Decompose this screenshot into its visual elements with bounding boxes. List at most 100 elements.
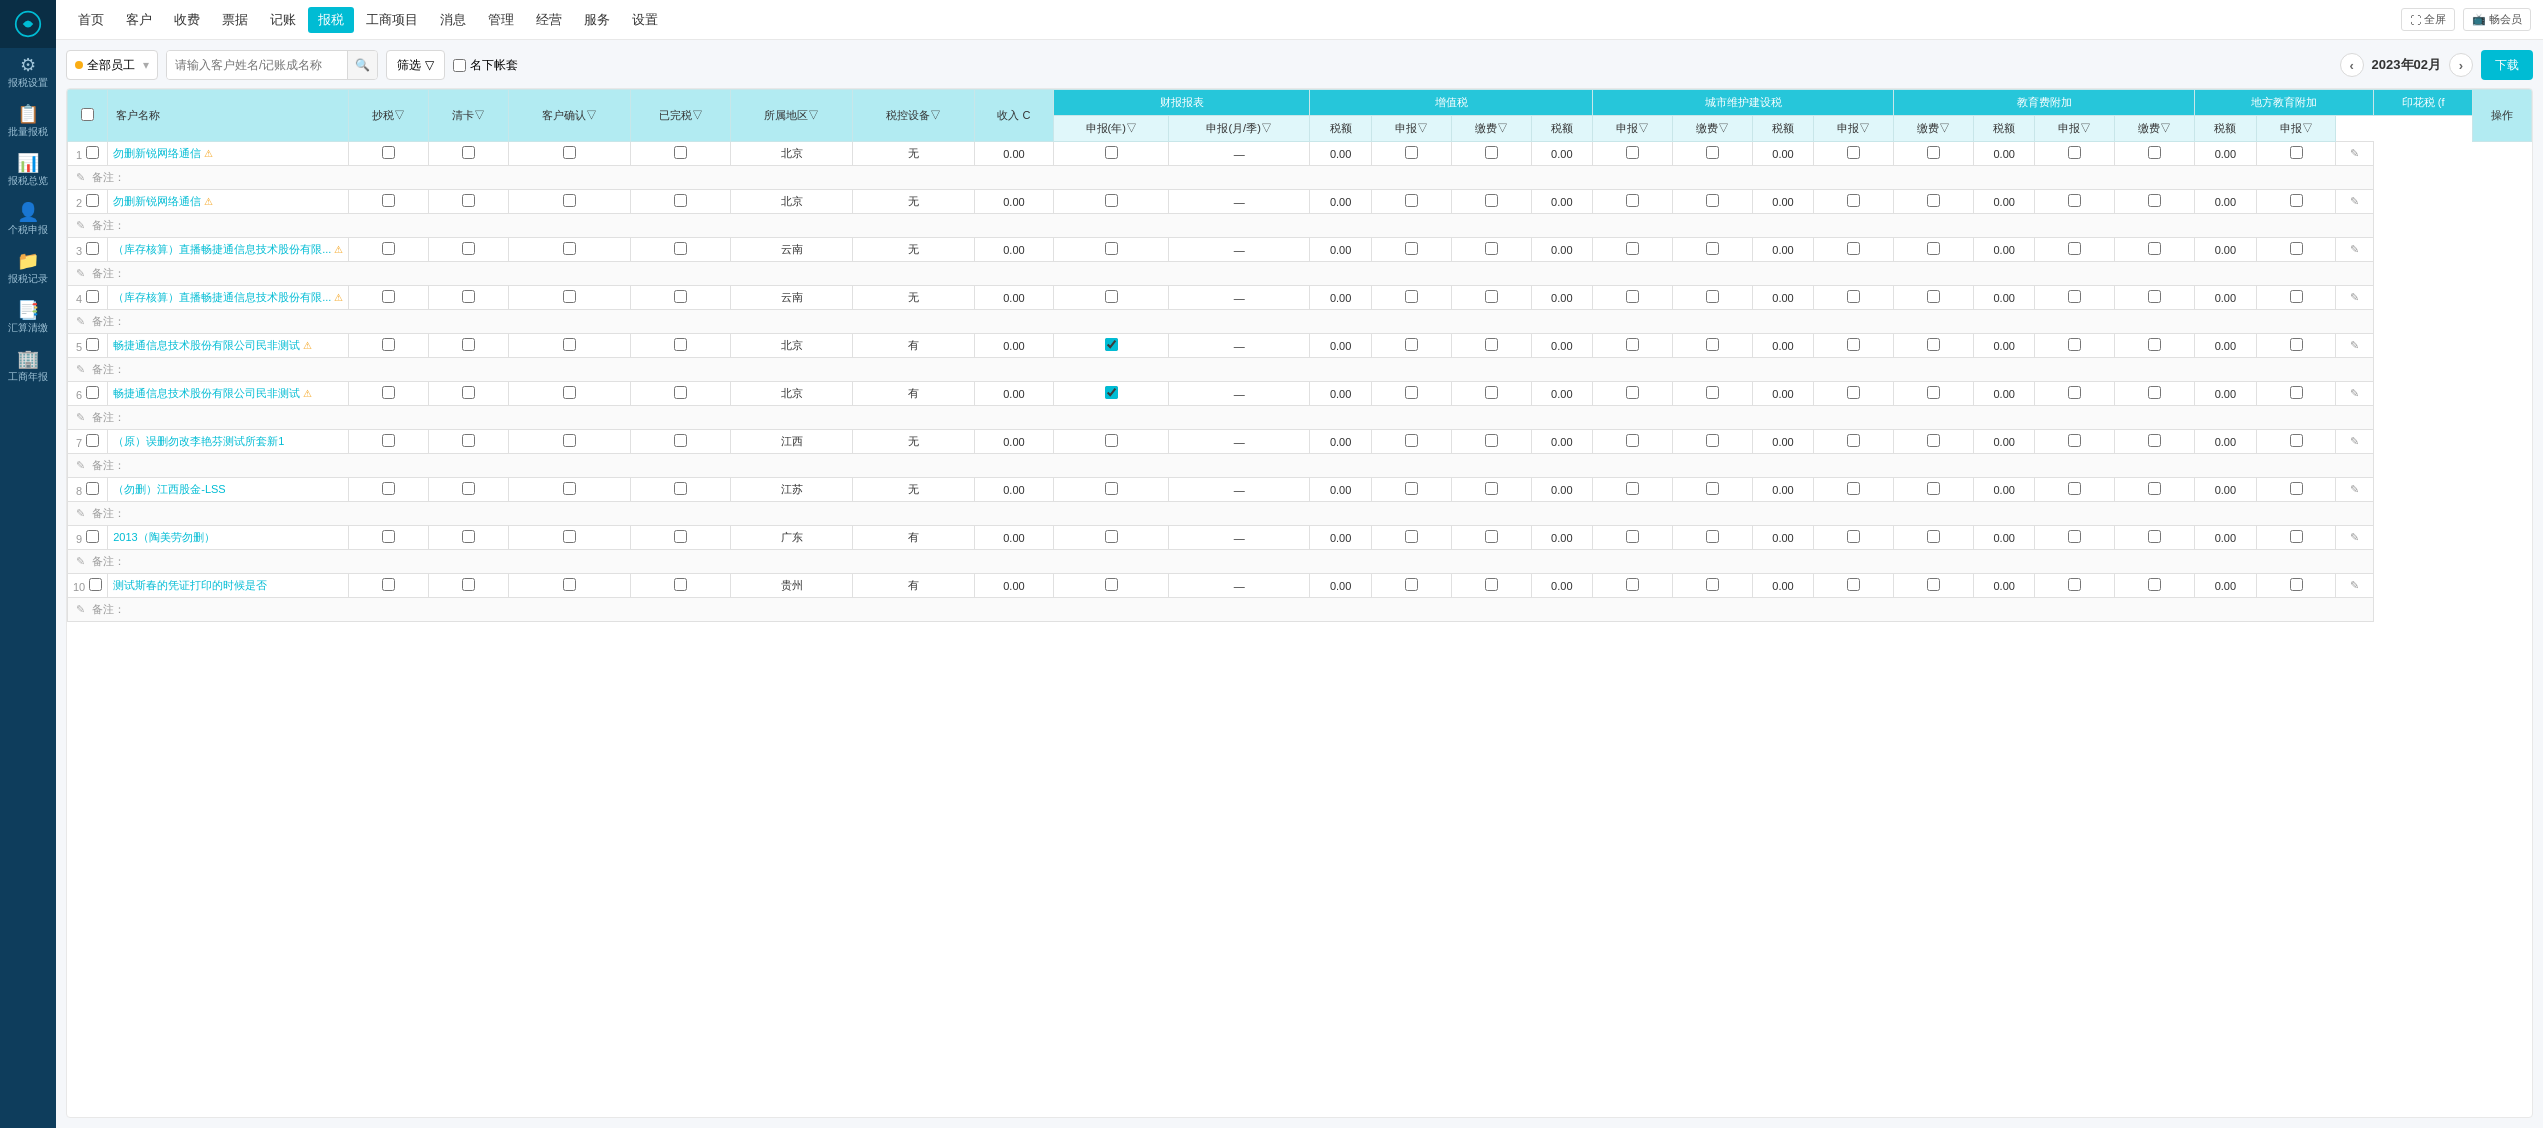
row-checkbox[interactable] (86, 146, 99, 159)
status-checkbox[interactable] (2148, 578, 2161, 591)
status-checkbox[interactable] (1847, 578, 1860, 591)
status-checkbox[interactable] (1405, 434, 1418, 447)
edit-icon[interactable]: ✎ (2350, 531, 2359, 543)
status-checkbox[interactable] (1485, 386, 1498, 399)
status-checkbox[interactable] (462, 386, 475, 399)
row-checkbox[interactable] (86, 194, 99, 207)
sidebar-item-piliang[interactable]: 📋 批量报税 (0, 97, 56, 146)
status-checkbox[interactable] (1626, 290, 1639, 303)
status-checkbox[interactable] (1626, 530, 1639, 543)
status-checkbox[interactable] (382, 434, 395, 447)
status-checkbox[interactable] (2068, 290, 2081, 303)
status-checkbox[interactable] (674, 290, 687, 303)
status-checkbox[interactable] (2068, 530, 2081, 543)
status-checkbox[interactable] (1405, 338, 1418, 351)
note-pencil-icon[interactable]: ✎ (76, 411, 85, 423)
status-checkbox[interactable] (674, 386, 687, 399)
status-checkbox[interactable] (1847, 338, 1860, 351)
row-checkbox[interactable] (86, 338, 99, 351)
status-checkbox[interactable] (563, 242, 576, 255)
search-button[interactable]: 🔍 (347, 50, 377, 80)
status-checkbox[interactable] (2290, 338, 2303, 351)
status-checkbox[interactable] (2148, 146, 2161, 159)
status-checkbox[interactable] (563, 194, 576, 207)
status-checkbox[interactable] (1706, 578, 1719, 591)
nav-message[interactable]: 消息 (430, 7, 476, 33)
status-checkbox[interactable] (563, 530, 576, 543)
nav-home[interactable]: 首页 (68, 7, 114, 33)
status-checkbox[interactable] (563, 578, 576, 591)
nav-service[interactable]: 服务 (574, 7, 620, 33)
status-checkbox[interactable] (382, 482, 395, 495)
edit-icon[interactable]: ✎ (2350, 435, 2359, 447)
sidebar-item-geshui[interactable]: 👤 个税申报 (0, 195, 56, 244)
status-checkbox[interactable] (462, 434, 475, 447)
status-checkbox[interactable] (2068, 482, 2081, 495)
status-checkbox[interactable] (1105, 434, 1118, 447)
row-checkbox[interactable] (86, 242, 99, 255)
status-checkbox[interactable] (563, 434, 576, 447)
status-checkbox[interactable] (1405, 290, 1418, 303)
status-checkbox[interactable] (462, 290, 475, 303)
status-checkbox[interactable] (2290, 290, 2303, 303)
customer-name-link[interactable]: 2013（陶美劳勿删） (113, 531, 214, 543)
status-checkbox[interactable] (1105, 242, 1118, 255)
customer-name-link[interactable]: （库存核算）直播畅捷通信息技术股份有限... (113, 243, 331, 255)
customer-name-link[interactable]: （原）误删勿改李艳芬测试所套新1 (113, 435, 284, 447)
status-checkbox[interactable] (2148, 242, 2161, 255)
status-checkbox[interactable] (1927, 434, 1940, 447)
next-month-button[interactable]: › (2449, 53, 2473, 77)
status-checkbox[interactable] (462, 530, 475, 543)
nav-tax[interactable]: 报税 (308, 7, 354, 33)
download-button[interactable]: 下载 (2481, 50, 2533, 80)
filter-button[interactable]: 筛选 ▽ (386, 50, 445, 80)
edit-icon[interactable]: ✎ (2350, 243, 2359, 255)
status-checkbox[interactable] (1485, 290, 1498, 303)
my-accounts-checkbox[interactable]: 名下帐套 (453, 57, 518, 74)
status-checkbox[interactable] (1706, 482, 1719, 495)
customer-name-link[interactable]: 勿删新锐网络通信 (113, 147, 201, 159)
status-checkbox[interactable] (2290, 194, 2303, 207)
status-checkbox[interactable] (2068, 242, 2081, 255)
status-checkbox[interactable] (462, 338, 475, 351)
status-checkbox[interactable] (1927, 338, 1940, 351)
status-checkbox[interactable] (563, 386, 576, 399)
nav-customer[interactable]: 客户 (116, 7, 162, 33)
status-checkbox[interactable] (1626, 386, 1639, 399)
customer-name-link[interactable]: （库存核算）直播畅捷通信息技术股份有限... (113, 291, 331, 303)
status-checkbox[interactable] (1485, 242, 1498, 255)
status-checkbox[interactable] (1405, 242, 1418, 255)
status-checkbox[interactable] (563, 146, 576, 159)
status-checkbox[interactable] (1485, 194, 1498, 207)
edit-icon[interactable]: ✎ (2350, 483, 2359, 495)
status-checkbox[interactable] (1485, 434, 1498, 447)
status-checkbox[interactable] (462, 146, 475, 159)
status-checkbox[interactable] (1105, 290, 1118, 303)
status-checkbox[interactable] (1485, 482, 1498, 495)
status-checkbox[interactable] (674, 242, 687, 255)
status-checkbox[interactable] (1706, 434, 1719, 447)
status-checkbox[interactable] (382, 578, 395, 591)
status-checkbox[interactable] (1485, 578, 1498, 591)
note-pencil-icon[interactable]: ✎ (76, 507, 85, 519)
status-checkbox[interactable] (382, 386, 395, 399)
select-all-checkbox[interactable] (81, 108, 94, 121)
note-pencil-icon[interactable]: ✎ (76, 603, 85, 615)
edit-icon[interactable]: ✎ (2350, 339, 2359, 351)
customer-name-link[interactable]: 畅捷通信息技术股份有限公司民非测试 (113, 387, 300, 399)
status-checkbox[interactable] (462, 242, 475, 255)
status-checkbox[interactable] (382, 146, 395, 159)
status-checkbox[interactable] (1706, 194, 1719, 207)
status-checkbox[interactable] (1706, 242, 1719, 255)
note-pencil-icon[interactable]: ✎ (76, 459, 85, 471)
nav-fee[interactable]: 收费 (164, 7, 210, 33)
status-checkbox[interactable] (1927, 386, 1940, 399)
status-checkbox[interactable] (1847, 482, 1860, 495)
status-checkbox[interactable] (2148, 290, 2161, 303)
status-checkbox[interactable] (382, 530, 395, 543)
note-pencil-icon[interactable]: ✎ (76, 267, 85, 279)
sidebar-item-gongshang[interactable]: 🏢 工商年报 (0, 342, 56, 391)
status-checkbox[interactable] (1626, 578, 1639, 591)
note-pencil-icon[interactable]: ✎ (76, 315, 85, 327)
status-checkbox[interactable] (1405, 530, 1418, 543)
